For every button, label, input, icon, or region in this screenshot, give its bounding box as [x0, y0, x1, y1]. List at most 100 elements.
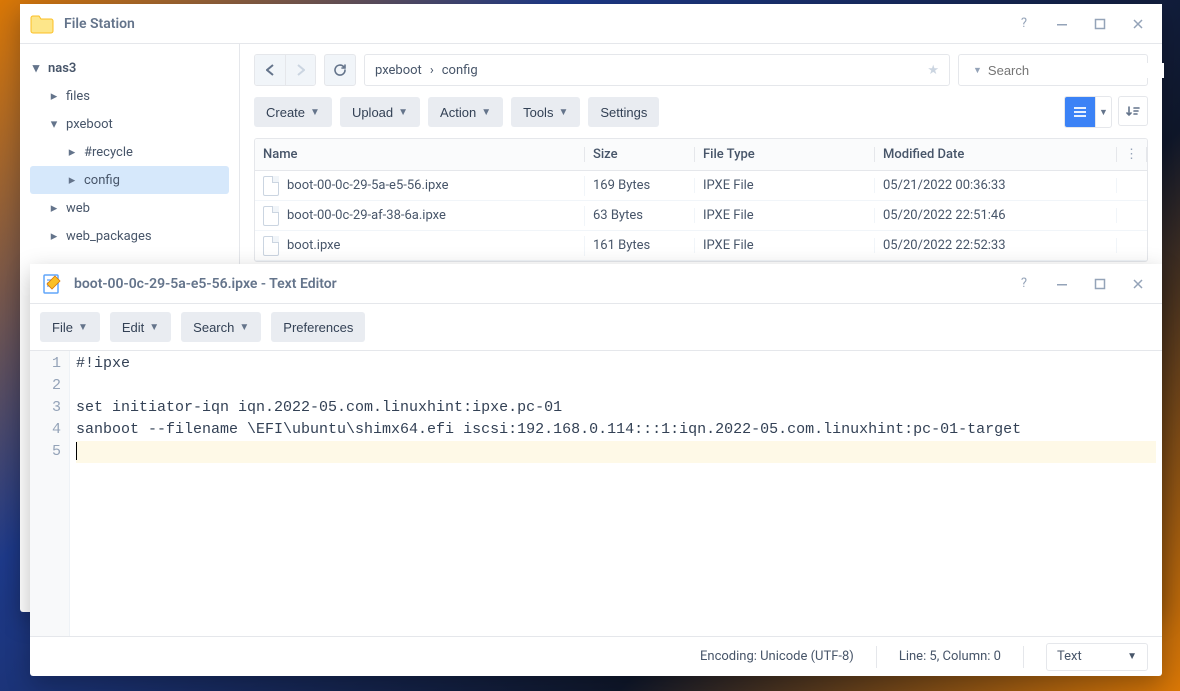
back-button[interactable]	[255, 55, 285, 85]
chevron-right-icon: ›	[430, 63, 434, 78]
column-options-icon[interactable]: ⋮	[1117, 147, 1147, 162]
code-line: sanboot --filename \EFI\ubuntu\shimx64.e…	[76, 419, 1156, 441]
syntax-select[interactable]: Text ▼	[1046, 643, 1148, 671]
chevron-down-icon: ▼	[1127, 651, 1137, 662]
chevron-right-icon: ▸	[48, 89, 60, 104]
search-menu[interactable]: Search▼	[181, 312, 261, 342]
file-name: boot-00-0c-29-5a-e5-56.ipxe	[287, 178, 448, 193]
minimize-icon[interactable]	[1048, 270, 1076, 298]
editor-status-bar: Encoding: Unicode (UTF-8) Line: 5, Colum…	[30, 636, 1162, 676]
col-type-header[interactable]: File Type	[695, 147, 875, 162]
chevron-right-icon: ▸	[66, 173, 78, 188]
file-icon	[263, 236, 279, 256]
chevron-down-icon: ▾	[48, 117, 60, 132]
file-size: 169 Bytes	[585, 178, 695, 193]
table-row[interactable]: boot-00-0c-29-af-38-6a.ipxe 63 Bytes IPX…	[255, 201, 1147, 231]
col-size-header[interactable]: Size	[585, 147, 695, 162]
search-input[interactable]	[988, 63, 1164, 78]
help-icon[interactable]: ?	[1010, 270, 1038, 298]
tree-item-label: web	[66, 201, 90, 216]
chevron-right-icon: ▸	[66, 145, 78, 160]
file-icon	[263, 206, 279, 226]
preferences-button[interactable]: Preferences	[271, 312, 365, 342]
chevron-down-icon[interactable]: ▼	[973, 65, 982, 76]
file-station-title: File Station	[64, 16, 135, 32]
file-modified: 05/20/2022 22:51:46	[875, 208, 1117, 223]
tree-item-label: config	[84, 173, 120, 188]
tree-item-label: web_packages	[66, 229, 152, 244]
file-type: IPXE File	[695, 238, 875, 253]
code-line	[76, 375, 1156, 397]
tree-item-label: files	[66, 89, 90, 104]
tree-item-label: pxeboot	[66, 117, 113, 132]
tree-item-web-packages[interactable]: ▸ web_packages	[20, 222, 239, 250]
chevron-down-icon: ▾	[30, 61, 42, 76]
search-box[interactable]: ▼	[958, 54, 1148, 86]
file-icon	[263, 176, 279, 196]
file-type: IPXE File	[695, 178, 875, 193]
folder-icon	[30, 12, 54, 36]
tree-item-pxeboot[interactable]: ▾ pxeboot	[20, 110, 239, 138]
star-icon[interactable]: ★	[927, 63, 939, 78]
text-editor-window: boot-00-0c-29-5a-e5-56.ipxe - Text Edito…	[30, 264, 1162, 676]
table-row[interactable]: boot.ipxe 161 Bytes IPXE File 05/20/2022…	[255, 231, 1147, 261]
text-editor-titlebar: boot-00-0c-29-5a-e5-56.ipxe - Text Edito…	[30, 264, 1162, 304]
col-modified-header[interactable]: Modified Date	[875, 147, 1117, 162]
tools-button[interactable]: Tools▼	[511, 97, 580, 127]
file-size: 63 Bytes	[585, 208, 695, 223]
action-button[interactable]: Action▼	[428, 97, 503, 127]
chevron-right-icon: ▸	[48, 229, 60, 244]
code-area[interactable]: #!ipxe set initiator-iqn iqn.2022-05.com…	[70, 351, 1162, 636]
maximize-icon[interactable]	[1086, 270, 1114, 298]
list-view-button[interactable]	[1065, 97, 1095, 127]
view-mode-switch: ▼	[1064, 96, 1112, 128]
tree-root-label: nas3	[48, 61, 76, 76]
sort-button[interactable]	[1118, 96, 1148, 126]
status-cursor: Line: 5, Column: 0	[899, 649, 1001, 664]
edit-menu[interactable]: Edit▼	[110, 312, 171, 342]
file-menu[interactable]: File▼	[40, 312, 100, 342]
help-icon[interactable]: ?	[1010, 10, 1038, 38]
tree-item-recycle[interactable]: ▸ #recycle	[20, 138, 239, 166]
tree-item-label: #recycle	[84, 145, 133, 160]
file-type: IPXE File	[695, 208, 875, 223]
close-icon[interactable]	[1124, 10, 1152, 38]
file-station-titlebar: File Station ?	[20, 4, 1162, 44]
tree-item-config[interactable]: ▸ config	[30, 166, 229, 194]
breadcrumb-seg[interactable]: pxeboot	[375, 63, 422, 78]
nav-buttons	[254, 54, 316, 86]
file-size: 161 Bytes	[585, 238, 695, 253]
code-line: #!ipxe	[76, 353, 1156, 375]
file-table: Name Size File Type Modified Date ⋮ boot…	[254, 138, 1148, 262]
forward-button[interactable]	[285, 55, 315, 85]
breadcrumb-seg[interactable]: config	[442, 63, 478, 78]
maximize-icon[interactable]	[1086, 10, 1114, 38]
create-button[interactable]: Create▼	[254, 97, 332, 127]
file-modified: 05/20/2022 22:52:33	[875, 238, 1117, 253]
tree-root[interactable]: ▾ nas3	[20, 54, 239, 82]
text-cursor	[76, 442, 77, 460]
col-name-header[interactable]: Name	[255, 147, 585, 162]
settings-button[interactable]: Settings	[588, 97, 659, 127]
chevron-right-icon: ▸	[48, 201, 60, 216]
text-editor-icon	[40, 272, 64, 296]
minimize-icon[interactable]	[1048, 10, 1076, 38]
code-line: set initiator-iqn iqn.2022-05.com.linuxh…	[76, 397, 1156, 419]
file-table-header: Name Size File Type Modified Date ⋮	[255, 139, 1147, 171]
table-row[interactable]: boot-00-0c-29-5a-e5-56.ipxe 169 Bytes IP…	[255, 171, 1147, 201]
tree-item-web[interactable]: ▸ web	[20, 194, 239, 222]
reload-button[interactable]	[324, 54, 356, 86]
status-encoding: Encoding: Unicode (UTF-8)	[700, 649, 854, 664]
editor-menu-bar: File▼ Edit▼ Search▼ Preferences	[30, 304, 1162, 351]
code-line-current	[76, 441, 1156, 463]
view-mode-dropdown[interactable]: ▼	[1095, 97, 1111, 127]
line-gutter: 1 2 3 4 5	[30, 351, 70, 636]
close-icon[interactable]	[1124, 270, 1152, 298]
file-modified: 05/21/2022 00:36:33	[875, 178, 1117, 193]
file-name: boot-00-0c-29-af-38-6a.ipxe	[287, 208, 446, 223]
upload-button[interactable]: Upload▼	[340, 97, 420, 127]
breadcrumb[interactable]: pxeboot › config ★	[364, 54, 950, 86]
tree-item-files[interactable]: ▸ files	[20, 82, 239, 110]
editor-body[interactable]: 1 2 3 4 5 #!ipxe set initiator-iqn iqn.2…	[30, 351, 1162, 636]
file-name: boot.ipxe	[287, 238, 340, 253]
